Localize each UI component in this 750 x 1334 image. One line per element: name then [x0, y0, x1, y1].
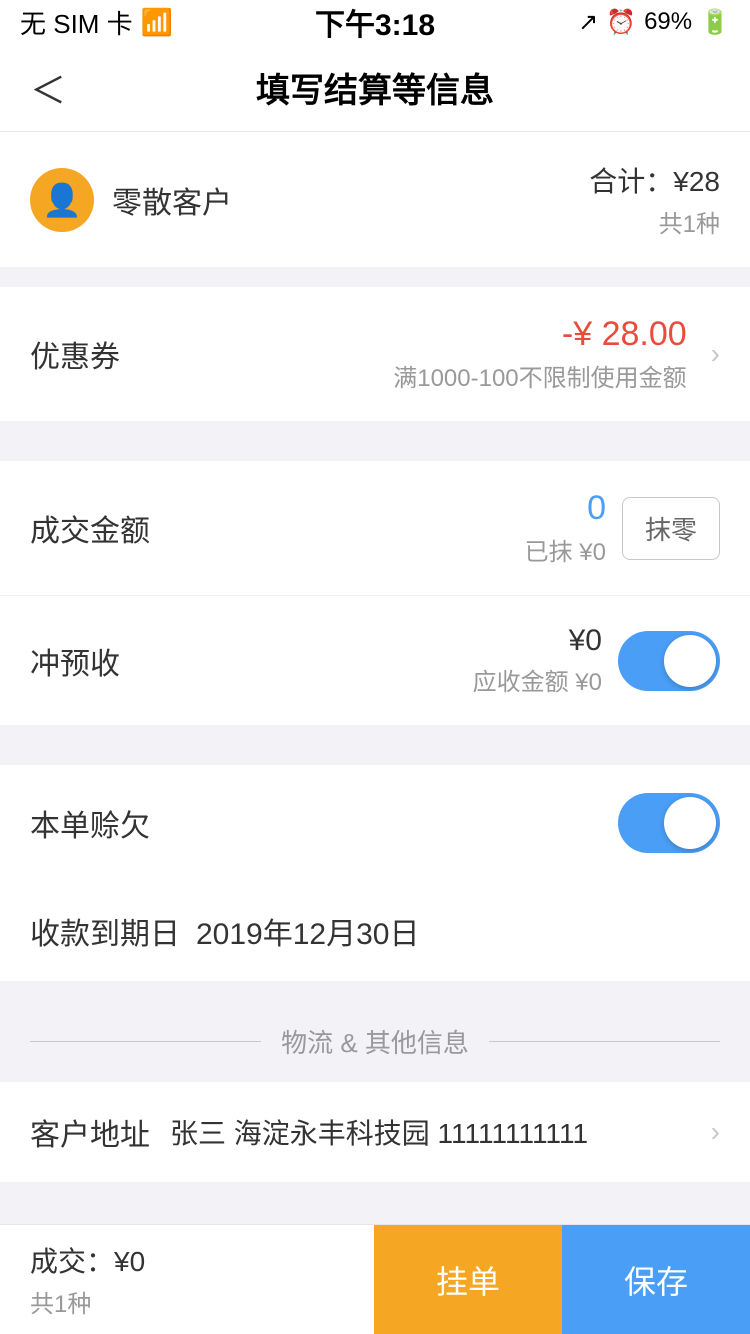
deal-amount-value-col: 0 已抹 ¥0: [525, 489, 606, 567]
credit-toggle-knob: [664, 797, 716, 849]
bottom-deal-amount: 成交：¥0: [30, 1240, 344, 1280]
credit-right: [618, 793, 720, 853]
customer-count: 共1种: [589, 204, 720, 239]
prepayment-toggle[interactable]: [618, 631, 720, 691]
battery-text: 69%: [644, 8, 692, 36]
prepayment-row: 冲预收 ¥0 应收金额 ¥0: [0, 595, 750, 725]
deal-prepayment-section: 成交金额 0 已抹 ¥0 抹零 冲预收 ¥0 应收金额 ¥0: [0, 461, 750, 725]
logistics-text: 物流 & 其他信息: [261, 1023, 489, 1060]
prepayment-label: 冲预收: [30, 639, 120, 683]
coupon-label: 优惠券: [30, 332, 120, 376]
divider-1: [0, 441, 750, 461]
status-bar: 无 SIM 卡 📶 下午3:18 ↗ ⏰ 69% 🔋: [0, 0, 750, 44]
bottom-bar: 成交：¥0 共1种 挂单 保存: [0, 1224, 750, 1334]
prepayment-sub: 应收金额 ¥0: [473, 662, 602, 697]
divider-2: [0, 745, 750, 765]
round-zero-button[interactable]: 抹零: [622, 497, 720, 560]
deal-amount-row: 成交金额 0 已抹 ¥0 抹零: [0, 461, 750, 595]
wifi-icon: 📶: [141, 7, 173, 38]
customer-left: 👤 零散客户: [30, 168, 232, 232]
status-right: ↗ ⏰ 69% 🔋: [578, 8, 730, 37]
prepayment-value-col: ¥0 应收金额 ¥0: [473, 624, 602, 697]
due-date-value: 2019年12月30日: [196, 909, 419, 953]
toggle-knob: [664, 635, 716, 687]
alarm-icon: ⏰: [606, 8, 636, 37]
save-button-label: 保存: [624, 1257, 688, 1303]
customer-total: 合计：¥28: [589, 160, 720, 200]
chevron-right-icon: ›: [711, 338, 720, 370]
coupon-right: -¥ 28.00 满1000-100不限制使用金额 ›: [393, 315, 720, 393]
back-button[interactable]: ＜: [30, 62, 66, 114]
deal-amount-right: 0 已抹 ¥0 抹零: [525, 489, 720, 567]
prepayment-value: ¥0: [473, 624, 602, 658]
bottom-deal-value: ¥0: [114, 1246, 145, 1277]
address-value: 张三 海淀永丰科技园 11111111111: [170, 1112, 703, 1152]
customer-row: 👤 零散客户 合计：¥28 共1种: [0, 132, 750, 267]
coupon-row[interactable]: 优惠券 -¥ 28.00 满1000-100不限制使用金额 ›: [0, 287, 750, 421]
bottom-info: 成交：¥0 共1种: [0, 1225, 374, 1334]
pending-button-label: 挂单: [436, 1257, 500, 1303]
credit-section: 本单赊欠 收款到期日 2019年12月30日: [0, 765, 750, 981]
coupon-discount-value: -¥ 28.00: [393, 315, 686, 354]
page-title: 填写结算等信息: [256, 63, 494, 112]
battery-icon: 🔋: [700, 8, 730, 37]
bottom-count: 共1种: [30, 1284, 344, 1319]
status-time: 下午3:18: [315, 0, 435, 44]
nav-bar: ＜ 填写结算等信息: [0, 44, 750, 132]
status-left: 无 SIM 卡 📶: [20, 4, 173, 41]
address-label: 客户地址: [30, 1110, 150, 1154]
due-date-label: 收款到期日: [30, 909, 180, 953]
customer-right: 合计：¥28 共1种: [589, 160, 720, 239]
credit-label: 本单赊欠: [30, 801, 150, 845]
address-section[interactable]: 客户地址 张三 海淀永丰科技园 11111111111 ›: [0, 1082, 750, 1182]
coupon-section[interactable]: 优惠券 -¥ 28.00 满1000-100不限制使用金额 ›: [0, 287, 750, 421]
logistics-line-right: [489, 1041, 720, 1042]
customer-section: 👤 零散客户 合计：¥28 共1种: [0, 132, 750, 267]
due-date-row: 收款到期日 2019年12月30日: [0, 881, 750, 981]
carrier-text: 无 SIM 卡: [20, 4, 133, 41]
pending-button[interactable]: 挂单: [374, 1225, 562, 1334]
deal-amount-label: 成交金额: [30, 506, 150, 550]
coupon-value-col: -¥ 28.00 满1000-100不限制使用金额: [393, 315, 686, 393]
location-icon: ↗: [578, 8, 598, 37]
address-chevron-icon: ›: [711, 1116, 720, 1148]
deal-amount-value: 0: [525, 489, 606, 528]
credit-row: 本单赊欠: [0, 765, 750, 881]
save-button[interactable]: 保存: [562, 1225, 750, 1334]
bottom-deal-label: 成交：: [30, 1246, 114, 1277]
logistics-separator: 物流 & 其他信息: [0, 1001, 750, 1082]
avatar: 👤: [30, 168, 94, 232]
credit-toggle[interactable]: [618, 793, 720, 853]
coupon-discount-note: 满1000-100不限制使用金额: [393, 358, 686, 393]
deal-amount-sub: 已抹 ¥0: [525, 532, 606, 567]
logistics-line-left: [30, 1041, 261, 1042]
prepayment-right: ¥0 应收金额 ¥0: [473, 624, 720, 697]
customer-name: 零散客户: [112, 178, 232, 222]
